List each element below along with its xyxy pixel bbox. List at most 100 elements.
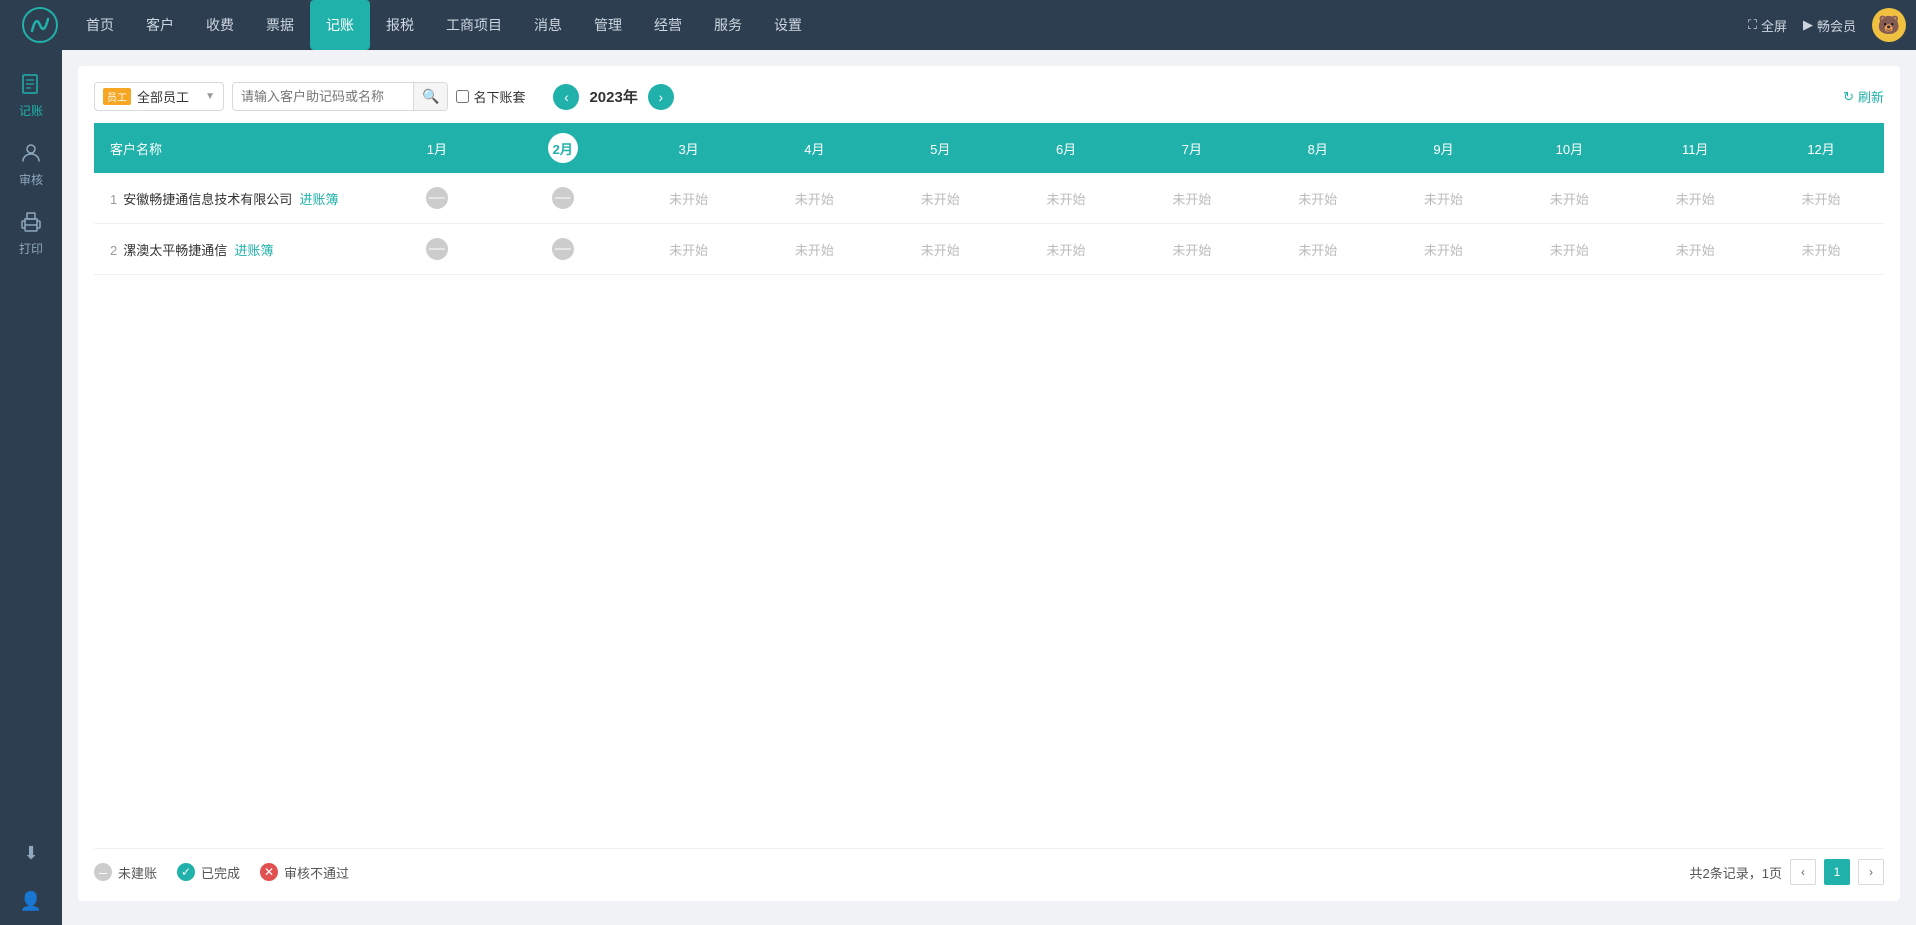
not-started-status: 未开始 <box>1047 243 1086 258</box>
nav-bookkeeping[interactable]: 记账 <box>310 0 370 50</box>
refresh-button[interactable]: ↻ 刷新 <box>1843 87 1884 106</box>
employee-badge: 员工 <box>103 88 131 105</box>
month-cell-8: 未开始 <box>1255 173 1381 224</box>
enter-ledger-link[interactable]: 进账簿 <box>299 192 338 207</box>
not-started-status: 未开始 <box>1047 192 1086 207</box>
page-1-button[interactable]: 1 <box>1824 859 1850 885</box>
month-cell-7: 未开始 <box>1129 173 1255 224</box>
rejected-icon: ✕ <box>260 863 278 881</box>
month-cell-2: — <box>500 173 626 224</box>
employee-select-text: 全部员工 <box>137 87 199 106</box>
nav-home[interactable]: 首页 <box>70 0 130 50</box>
not-started-status: 未开始 <box>669 243 708 258</box>
not-started-status: 未开始 <box>1172 192 1211 207</box>
search-wrap: 🔍 <box>232 82 448 111</box>
not-started-status: 未开始 <box>1424 192 1463 207</box>
col-dec: 12月 <box>1758 123 1884 173</box>
month-cell-12: 未开始 <box>1758 224 1884 275</box>
footer: – 未建账 ✓ 已完成 ✕ 审核不通过 共2条记录，1页 ‹ 1 › <box>94 848 1884 885</box>
fullscreen-btn[interactable]: ⛶ 全屏 <box>1748 16 1787 35</box>
col-feb: 2月 <box>500 123 626 173</box>
user-icon: 👤 <box>17 887 45 915</box>
next-page-button[interactable]: › <box>1858 859 1884 885</box>
prev-year-button[interactable]: ‹ <box>553 84 579 110</box>
year-nav: ‹ 2023年 › <box>553 84 673 110</box>
month-cell-1: — <box>374 173 500 224</box>
prev-page-button[interactable]: ‹ <box>1790 859 1816 885</box>
col-aug: 8月 <box>1255 123 1381 173</box>
nav-manage[interactable]: 管理 <box>578 0 638 50</box>
audit-icon <box>17 139 45 167</box>
not-started-status: 未开始 <box>1298 243 1337 258</box>
col-jul: 7月 <box>1129 123 1255 173</box>
bookkeeping-table: 客户名称 1月 2月 3月 4月 5月 6月 7月 8月 9月 10月 11月 <box>94 123 1884 275</box>
enter-ledger-link[interactable]: 进账簿 <box>234 243 273 258</box>
customer-name: 漯澳太平畅捷通信 <box>123 243 227 258</box>
my-accounts-checkbox[interactable] <box>456 90 469 103</box>
row-number: 2 <box>110 243 117 258</box>
completed-icon: ✓ <box>177 863 195 881</box>
nav-tax[interactable]: 报税 <box>370 0 430 50</box>
not-started-status: 未开始 <box>1802 243 1841 258</box>
nav-fee[interactable]: 收费 <box>190 0 250 50</box>
month-cell-5: 未开始 <box>877 224 1003 275</box>
dash-icon: — <box>552 238 574 260</box>
month-cell-1: — <box>374 224 500 275</box>
col-jan: 1月 <box>374 123 500 173</box>
col-oct: 10月 <box>1506 123 1632 173</box>
bookkeeping-icon <box>17 70 45 98</box>
customer-cell: 2 漯澳太平畅捷通信 进账簿 <box>94 224 374 275</box>
employee-select[interactable]: 员工 全部员工 ▼ <box>94 82 224 111</box>
nav-invoice[interactable]: 票据 <box>250 0 310 50</box>
month-cell-4: 未开始 <box>751 224 877 275</box>
col-jun: 6月 <box>1003 123 1129 173</box>
search-input[interactable] <box>233 84 413 109</box>
nav-message[interactable]: 消息 <box>518 0 578 50</box>
not-started-status: 未开始 <box>1424 243 1463 258</box>
month-cell-3: 未开始 <box>626 224 752 275</box>
legend-rejected: ✕ 审核不通过 <box>260 863 349 882</box>
sidebar-item-bookkeeping[interactable]: 记账 <box>0 60 62 129</box>
table-row: 1安徽畅捷通信息技术有限公司 进账簿——未开始未开始未开始未开始未开始未开始未开… <box>94 173 1884 224</box>
col-apr: 4月 <box>751 123 877 173</box>
sidebar-item-audit[interactable]: 审核 <box>0 129 62 198</box>
dash-icon: — <box>426 187 448 209</box>
not-started-status: 未开始 <box>921 243 960 258</box>
not-started-status: 未开始 <box>1676 243 1715 258</box>
nav-operation[interactable]: 经营 <box>638 0 698 50</box>
col-mar: 3月 <box>626 123 752 173</box>
month-cell-3: 未开始 <box>626 173 752 224</box>
next-year-button[interactable]: › <box>648 84 674 110</box>
customer-name: 安徽畅捷通信息技术有限公司 <box>123 192 292 207</box>
not-started-status: 未开始 <box>1172 243 1211 258</box>
nav-right: ⛶ 全屏 ▶ 畅会员 🐻 <box>1748 8 1906 42</box>
download-icon: ⬇ <box>17 839 45 867</box>
year-label: 2023年 <box>589 86 637 107</box>
toolbar: 员工 全部员工 ▼ 🔍 名下账套 ‹ 2023年 › ↻ 刷新 <box>94 82 1884 111</box>
refresh-icon: ↻ <box>1843 89 1854 105</box>
my-accounts-checkbox-wrap[interactable]: 名下账套 <box>456 87 525 106</box>
logo <box>10 7 70 43</box>
sidebar-item-print[interactable]: 打印 <box>0 198 62 267</box>
month-cell-9: 未开始 <box>1381 224 1507 275</box>
not-started-status: 未开始 <box>1676 192 1715 207</box>
nav-customer[interactable]: 客户 <box>130 0 190 50</box>
sidebar-item-download[interactable]: ⬇ <box>0 829 62 877</box>
sidebar-item-user[interactable]: 👤 <box>0 877 62 925</box>
member-btn[interactable]: ▶ 畅会员 <box>1803 16 1856 35</box>
month-cell-11: 未开始 <box>1632 224 1758 275</box>
nav-service[interactable]: 服务 <box>698 0 758 50</box>
avatar[interactable]: 🐻 <box>1872 8 1906 42</box>
col-may: 5月 <box>877 123 1003 173</box>
month-cell-12: 未开始 <box>1758 173 1884 224</box>
search-button[interactable]: 🔍 <box>413 83 447 110</box>
sidebar: 记账 审核 打印 ⬇ 👤 <box>0 50 62 925</box>
content-card: 员工 全部员工 ▼ 🔍 名下账套 ‹ 2023年 › ↻ 刷新 <box>78 66 1900 901</box>
row-number: 1 <box>110 192 117 207</box>
nav-business[interactable]: 工商项目 <box>430 0 518 50</box>
month-cell-2: — <box>500 224 626 275</box>
nav-settings[interactable]: 设置 <box>758 0 818 50</box>
not-started-status: 未开始 <box>795 243 834 258</box>
month-cell-4: 未开始 <box>751 173 877 224</box>
not-started-status: 未开始 <box>921 192 960 207</box>
